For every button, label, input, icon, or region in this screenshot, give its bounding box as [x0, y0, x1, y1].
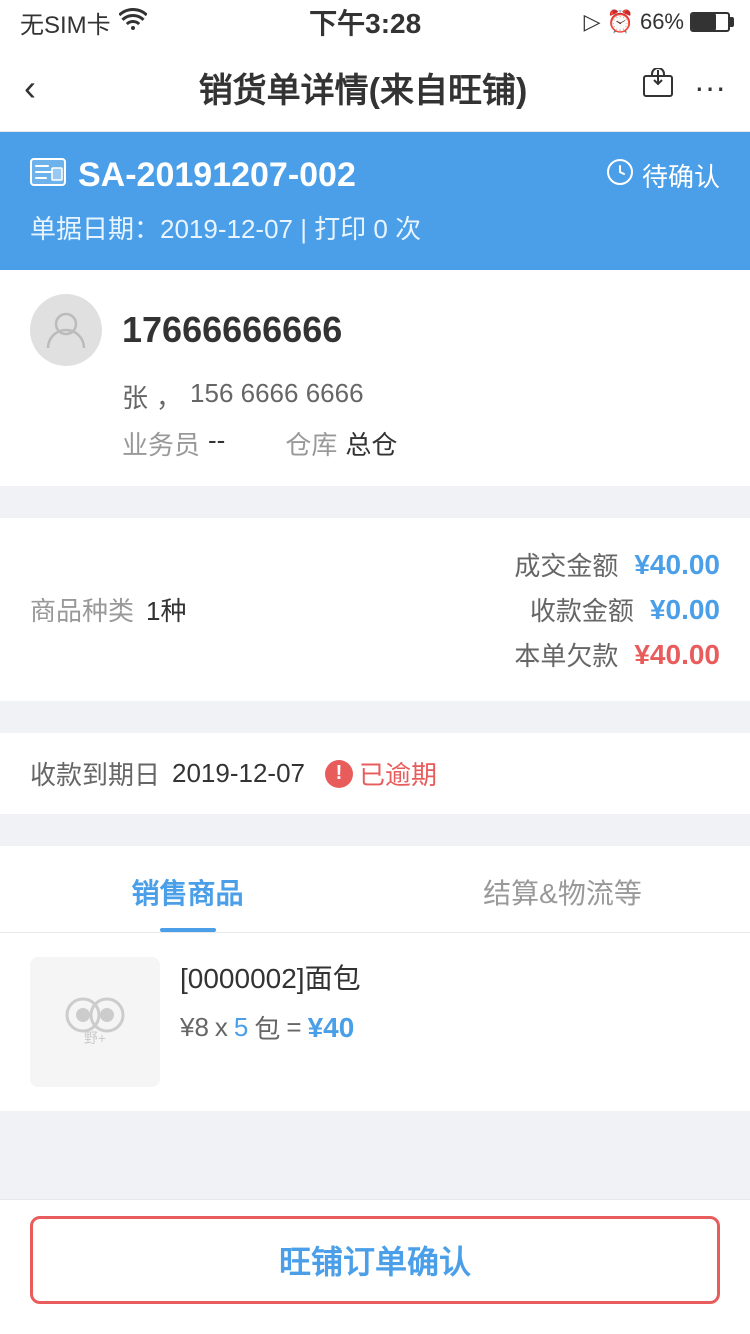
product-image: 野+ [30, 957, 160, 1087]
owed-label: 本单欠款 [514, 636, 618, 673]
carrier-text: 无SIM卡 [20, 5, 111, 40]
product-unit: 包 [254, 1009, 280, 1046]
tab-settlement[interactable]: 结算&物流等 [375, 846, 750, 932]
received-label: 收款金额 [530, 591, 634, 628]
customer-info: 张 ， 156 6666 6666 [30, 378, 720, 415]
status-text: 待确认 [642, 157, 720, 194]
summary-right: 成交金额 ¥40.00 收款金额 ¥0.00 本单欠款 ¥40.00 [514, 546, 720, 673]
location-icon: ▷ [584, 9, 601, 35]
customer-alt-phone: 156 6666 6666 [190, 378, 364, 415]
overdue-badge: ! 已逾期 [325, 755, 437, 792]
order-number-text: SA-20191207-002 [78, 156, 356, 195]
owed-row: 本单欠款 ¥40.00 [514, 636, 720, 673]
order-number: SA-20191207-002 [30, 156, 356, 195]
product-logo-icon: 野+ [55, 987, 135, 1058]
equals-sign: = [286, 1012, 301, 1043]
due-card: 收款到期日 2019-12-07 ! 已逾期 [0, 733, 750, 814]
bottom-bar: 旺铺订单确认 [0, 1199, 750, 1334]
summary-left: 商品种类 1种 [30, 591, 186, 628]
battery-icon [690, 12, 730, 32]
tabs: 销售商品 结算&物流等 [0, 846, 750, 933]
amount-row: 成交金额 ¥40.00 [514, 546, 720, 583]
divider-2 [0, 717, 750, 733]
status-time: 下午3:28 [309, 2, 421, 42]
svg-text:野+: 野+ [84, 1030, 106, 1046]
received-value: ¥0.00 [650, 594, 720, 626]
product-type-value: 1种 [146, 591, 186, 628]
warehouse-label: 仓库 [285, 425, 337, 462]
customer-name-text: 张 [122, 378, 148, 415]
owed-value: ¥40.00 [634, 639, 720, 671]
divider-3 [0, 830, 750, 846]
customer-card: 17666666666 张 ， 156 6666 6666 业务员 -- 仓库 … [0, 270, 750, 486]
clock-icon [606, 158, 634, 193]
customer-top: 17666666666 [30, 294, 720, 366]
product-type-label: 商品种类 [30, 591, 134, 628]
received-row: 收款金额 ¥0.00 [530, 591, 720, 628]
customer-meta: 业务员 -- 仓库 总仓 [30, 425, 720, 462]
divider-1 [0, 502, 750, 518]
separator: ， [156, 378, 182, 415]
order-icon [30, 158, 66, 194]
amount-label: 成交金额 [514, 546, 618, 583]
product-item: 野+ [0000002]面包 ¥8 x 5 包 = ¥40 [30, 957, 720, 1087]
price-per-unit: ¥8 [180, 1012, 209, 1043]
tabs-container: 销售商品 结算&物流等 [0, 846, 750, 933]
summary-card: 商品种类 1种 成交金额 ¥40.00 收款金额 ¥0.00 本单欠款 ¥40.… [0, 518, 750, 701]
share-button[interactable] [642, 68, 674, 108]
warehouse-value: 总仓 [345, 425, 397, 462]
customer-phone: 17666666666 [122, 309, 342, 351]
salesperson-value: -- [208, 425, 225, 462]
header-date: 单据日期：2019-12-07 | 打印 0 次 [30, 209, 720, 246]
status-right: ▷ ⏰ 66% [584, 9, 730, 35]
tab-products[interactable]: 销售商品 [0, 846, 375, 932]
back-button[interactable]: ‹ [24, 67, 84, 109]
status-bar: 无SIM卡 下午3:28 ▷ ⏰ 66% [0, 0, 750, 44]
due-date: 2019-12-07 [172, 758, 305, 789]
due-label: 收款到期日 [30, 755, 160, 792]
battery-percent: 66% [640, 9, 684, 35]
product-quantity: 5 [234, 1012, 248, 1043]
warehouse-item: 仓库 总仓 [285, 425, 397, 462]
product-price: ¥8 x 5 包 = ¥40 [180, 1009, 720, 1046]
salesperson-item: 业务员 -- [122, 425, 225, 462]
confirm-order-button[interactable]: 旺铺订单确认 [30, 1216, 720, 1304]
overdue-text: 已逾期 [359, 755, 437, 792]
product-total: ¥40 [308, 1012, 355, 1044]
amount-value: ¥40.00 [634, 549, 720, 581]
avatar [30, 294, 102, 366]
more-button[interactable]: ··· [694, 69, 726, 106]
wifi-icon [119, 8, 147, 37]
salesperson-label: 业务员 [122, 425, 200, 462]
order-status: 待确认 [606, 157, 720, 194]
header-card: SA-20191207-002 待确认 单据日期：2019-12-07 | 打印… [0, 132, 750, 270]
product-info: [0000002]面包 ¥8 x 5 包 = ¥40 [180, 957, 720, 1046]
summary-top: 商品种类 1种 成交金额 ¥40.00 收款金额 ¥0.00 本单欠款 ¥40.… [30, 546, 720, 673]
product-name: [0000002]面包 [180, 957, 720, 997]
status-left: 无SIM卡 [20, 5, 147, 40]
alarm-icon: ⏰ [607, 9, 634, 35]
nav-actions: ··· [642, 68, 726, 108]
nav-bar: ‹ 销货单详情(来自旺铺) ··· [0, 44, 750, 132]
warning-icon: ! [325, 760, 353, 788]
product-section: 野+ [0000002]面包 ¥8 x 5 包 = ¥40 [0, 933, 750, 1111]
page-title: 销货单详情(来自旺铺) [84, 63, 642, 112]
multiply-sign: x [215, 1012, 228, 1043]
header-top: SA-20191207-002 待确认 [30, 156, 720, 195]
